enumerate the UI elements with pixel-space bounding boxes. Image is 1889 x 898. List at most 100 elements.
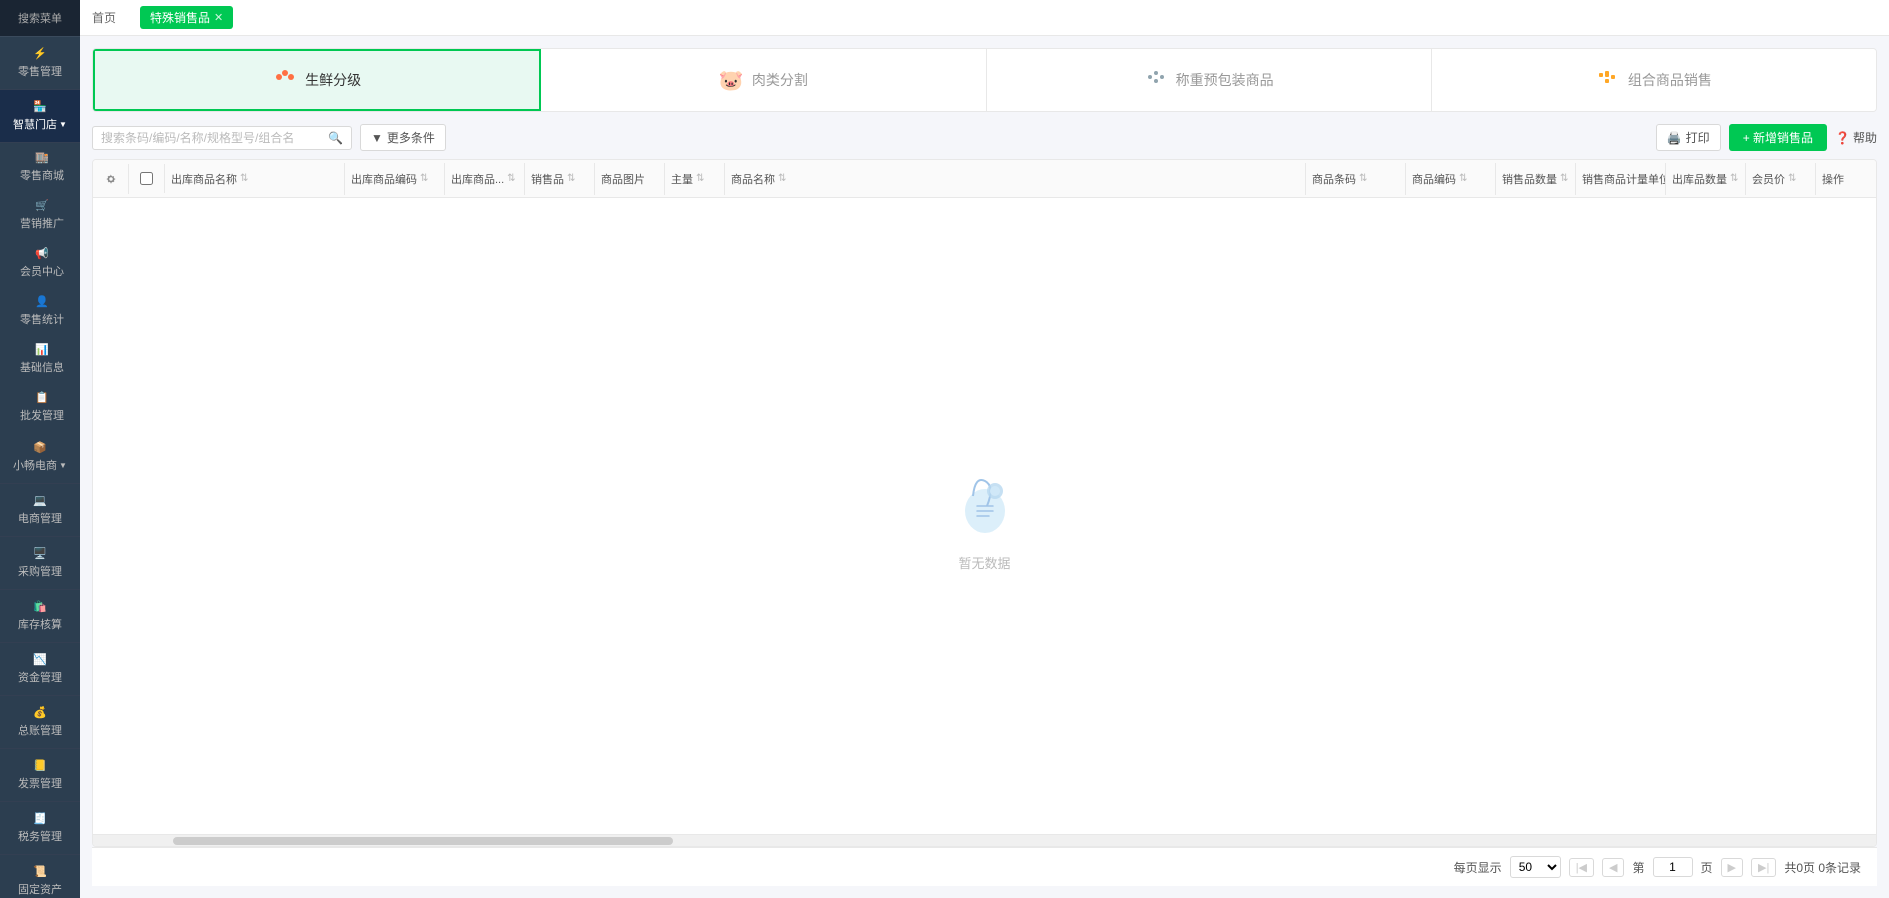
sidebar-item-marketing[interactable]: 📢 会员中心 <box>0 239 80 287</box>
prev-page-button[interactable]: ◀ <box>1602 858 1624 877</box>
filter-icon: ▼ <box>371 131 383 145</box>
sidebar-logo[interactable]: 搜索菜单 <box>0 0 80 37</box>
tab-combo-sales[interactable]: 组合商品销售 <box>1432 49 1876 111</box>
active-tab[interactable]: 特殊销售品 ✕ <box>140 6 233 29</box>
sort-icon[interactable]: ⇅ <box>567 173 575 184</box>
marketing-icon: 📢 <box>35 247 49 260</box>
function-tabs: 生鲜分级 🐷 肉类分割 称重预包装商品 <box>92 48 1877 112</box>
search-box[interactable]: 🔍 <box>92 126 352 150</box>
fresh-grading-icon <box>273 65 297 95</box>
add-product-button[interactable]: + 新增销售品 <box>1729 124 1827 151</box>
meat-cutting-icon: 🐷 <box>719 68 744 93</box>
sort-icon[interactable]: ⇅ <box>1730 173 1738 184</box>
retailing-icon: 🛒 <box>35 199 49 212</box>
sidebar-item-retail-stats[interactable]: 📊 基础信息 <box>0 335 80 383</box>
empty-text: 暂无数据 <box>958 553 1010 572</box>
retail-icon: 🏪 <box>33 100 47 113</box>
last-page-button[interactable]: ▶| <box>1751 858 1776 877</box>
sidebar-item-wholesale[interactable]: 📦 小畅电商 ▼ <box>0 431 80 484</box>
sidebar-item-purchase[interactable]: 🛍️ 库存核算 <box>0 590 80 643</box>
search-input[interactable] <box>101 131 324 145</box>
empty-illustration <box>945 461 1025 541</box>
th-warehouse-code2: 出库商品... ⇅ <box>445 163 525 195</box>
toolbar: 🔍 ▼ 更多条件 🖨️ 打印 + 新增销售品 ❓ 帮助 <box>92 124 1877 151</box>
pagination: 每页显示 50 10 20 100 |◀ ◀ 第 页 ▶ ▶| 共0页 0条记录 <box>92 847 1877 886</box>
empty-state: 暂无数据 <box>93 198 1876 834</box>
sort-icon[interactable]: ⇅ <box>1459 173 1467 184</box>
quick-nav-icon: ⚡ <box>33 47 47 60</box>
sort-icon[interactable]: ⇅ <box>420 173 428 184</box>
sidebar-item-finance[interactable]: 💰 总账管理 <box>0 696 80 749</box>
sort-icon[interactable]: ⇅ <box>696 173 704 184</box>
close-icon[interactable]: ✕ <box>214 11 223 24</box>
sidebar-item-label: 库存核算 <box>18 616 62 632</box>
th-product-image: 商品图片 <box>595 163 665 195</box>
th-out-qty: 出库品数量 ⇅ <box>1666 163 1746 195</box>
tab-label: 特殊销售品 <box>150 9 210 26</box>
sidebar-item-label: 零售商城 <box>20 167 64 183</box>
sidebar-item-tax[interactable]: 📜 固定资产 <box>0 855 80 898</box>
tab-label: 肉类分割 <box>752 70 808 90</box>
gear-icon <box>104 172 118 186</box>
tab-meat-cutting[interactable]: 🐷 肉类分割 <box>541 49 986 111</box>
tab-label: 称重预包装商品 <box>1176 70 1274 90</box>
help-button[interactable]: ❓ 帮助 <box>1835 129 1877 146</box>
first-page-button[interactable]: |◀ <box>1569 858 1594 877</box>
th-warehouse-name: 出库商品名称 ⇅ <box>165 163 345 195</box>
sidebar-item-invoice[interactable]: 🧾 税务管理 <box>0 802 80 855</box>
th-warehouse-code: 出库商品编码 ⇅ <box>345 163 445 195</box>
sidebar-item-quick-nav[interactable]: ⚡ 零售管理 <box>0 37 80 90</box>
tab-fresh-grading[interactable]: 生鲜分级 <box>93 49 541 111</box>
sort-icon[interactable]: ⇅ <box>1560 173 1568 184</box>
sidebar: 搜索菜单 ⚡ 零售管理 🏪 智慧门店 ▼ 🏬 零售商城 🛒 营销推广 📢 会员中… <box>0 0 80 898</box>
select-all-checkbox[interactable] <box>140 172 153 185</box>
tax-icon: 📜 <box>33 865 47 878</box>
sidebar-item-label: 总账管理 <box>18 722 62 738</box>
sort-icon[interactable]: ⇅ <box>507 173 515 184</box>
print-button[interactable]: 🖨️ 打印 <box>1656 124 1721 151</box>
tab-weigh-prepack[interactable]: 称重预包装商品 <box>987 49 1432 111</box>
th-sale-product: 销售品 ⇅ <box>525 163 595 195</box>
breadcrumb-home[interactable]: 首页 <box>92 9 116 26</box>
sidebar-item-label: 电商管理 <box>18 510 62 526</box>
filter-button[interactable]: ▼ 更多条件 <box>360 124 446 151</box>
sort-icon[interactable]: ⇅ <box>1359 173 1367 184</box>
th-operation: 操作 <box>1816 163 1876 195</box>
page-size-select[interactable]: 50 10 20 100 <box>1510 856 1561 878</box>
scroll-thumb[interactable] <box>173 837 673 845</box>
th-settings[interactable] <box>93 164 129 194</box>
filter-label: 更多条件 <box>387 129 435 146</box>
sidebar-item-retailing[interactable]: 🛒 营销推广 <box>0 191 80 239</box>
th-main-weight: 主量 ⇅ <box>665 163 725 195</box>
sidebar-item-ledger[interactable]: 📒 发票管理 <box>0 749 80 802</box>
basic-info1-icon: 📋 <box>35 391 49 404</box>
th-checkbox[interactable] <box>129 164 165 193</box>
sort-icon[interactable]: ⇅ <box>778 173 786 184</box>
next-page-button[interactable]: ▶ <box>1721 858 1743 877</box>
sidebar-item-ecommerce-mgmt[interactable]: 🖥️ 采购管理 <box>0 537 80 590</box>
finance-icon: 💰 <box>33 706 47 719</box>
th-sale-unit: 销售商品计量单位 ⇅ <box>1576 163 1666 195</box>
horizontal-scrollbar[interactable] <box>93 834 1876 846</box>
sidebar-item-inventory[interactable]: 📉 资金管理 <box>0 643 80 696</box>
sidebar-item-smartstore[interactable]: 🏬 零售商城 <box>0 143 80 191</box>
sidebar-item-label: 小畅电商 <box>13 457 57 473</box>
sidebar-item-member[interactable]: 👤 零售统计 <box>0 287 80 335</box>
print-label: 打印 <box>1686 129 1710 146</box>
inventory-icon: 📉 <box>33 653 47 666</box>
table-header: 出库商品名称 ⇅ 出库商品编码 ⇅ 出库商品... ⇅ 销售品 ⇅ 商品图片 <box>93 160 1876 198</box>
ledger-icon: 📒 <box>33 759 47 772</box>
sidebar-item-retail[interactable]: 🏪 智慧门店 ▼ <box>0 90 80 143</box>
sidebar-item-label: 资金管理 <box>18 669 62 685</box>
sort-icon[interactable]: ⇅ <box>1788 173 1796 184</box>
search-icon[interactable]: 🔍 <box>328 131 343 145</box>
page-number-input[interactable] <box>1653 857 1693 877</box>
sidebar-item-ecommerce-small[interactable]: 💻 电商管理 <box>0 484 80 537</box>
page-label-post: 页 <box>1701 859 1713 876</box>
data-table: 出库商品名称 ⇅ 出库商品编码 ⇅ 出库商品... ⇅ 销售品 ⇅ 商品图片 <box>92 159 1877 847</box>
sidebar-item-basic-info1[interactable]: 📋 批发管理 <box>0 383 80 431</box>
sidebar-item-label: 批发管理 <box>20 407 64 423</box>
topbar: 首页 特殊销售品 ✕ <box>80 0 1889 36</box>
sort-icon[interactable]: ⇅ <box>240 173 248 184</box>
invoice-icon: 🧾 <box>33 812 47 825</box>
